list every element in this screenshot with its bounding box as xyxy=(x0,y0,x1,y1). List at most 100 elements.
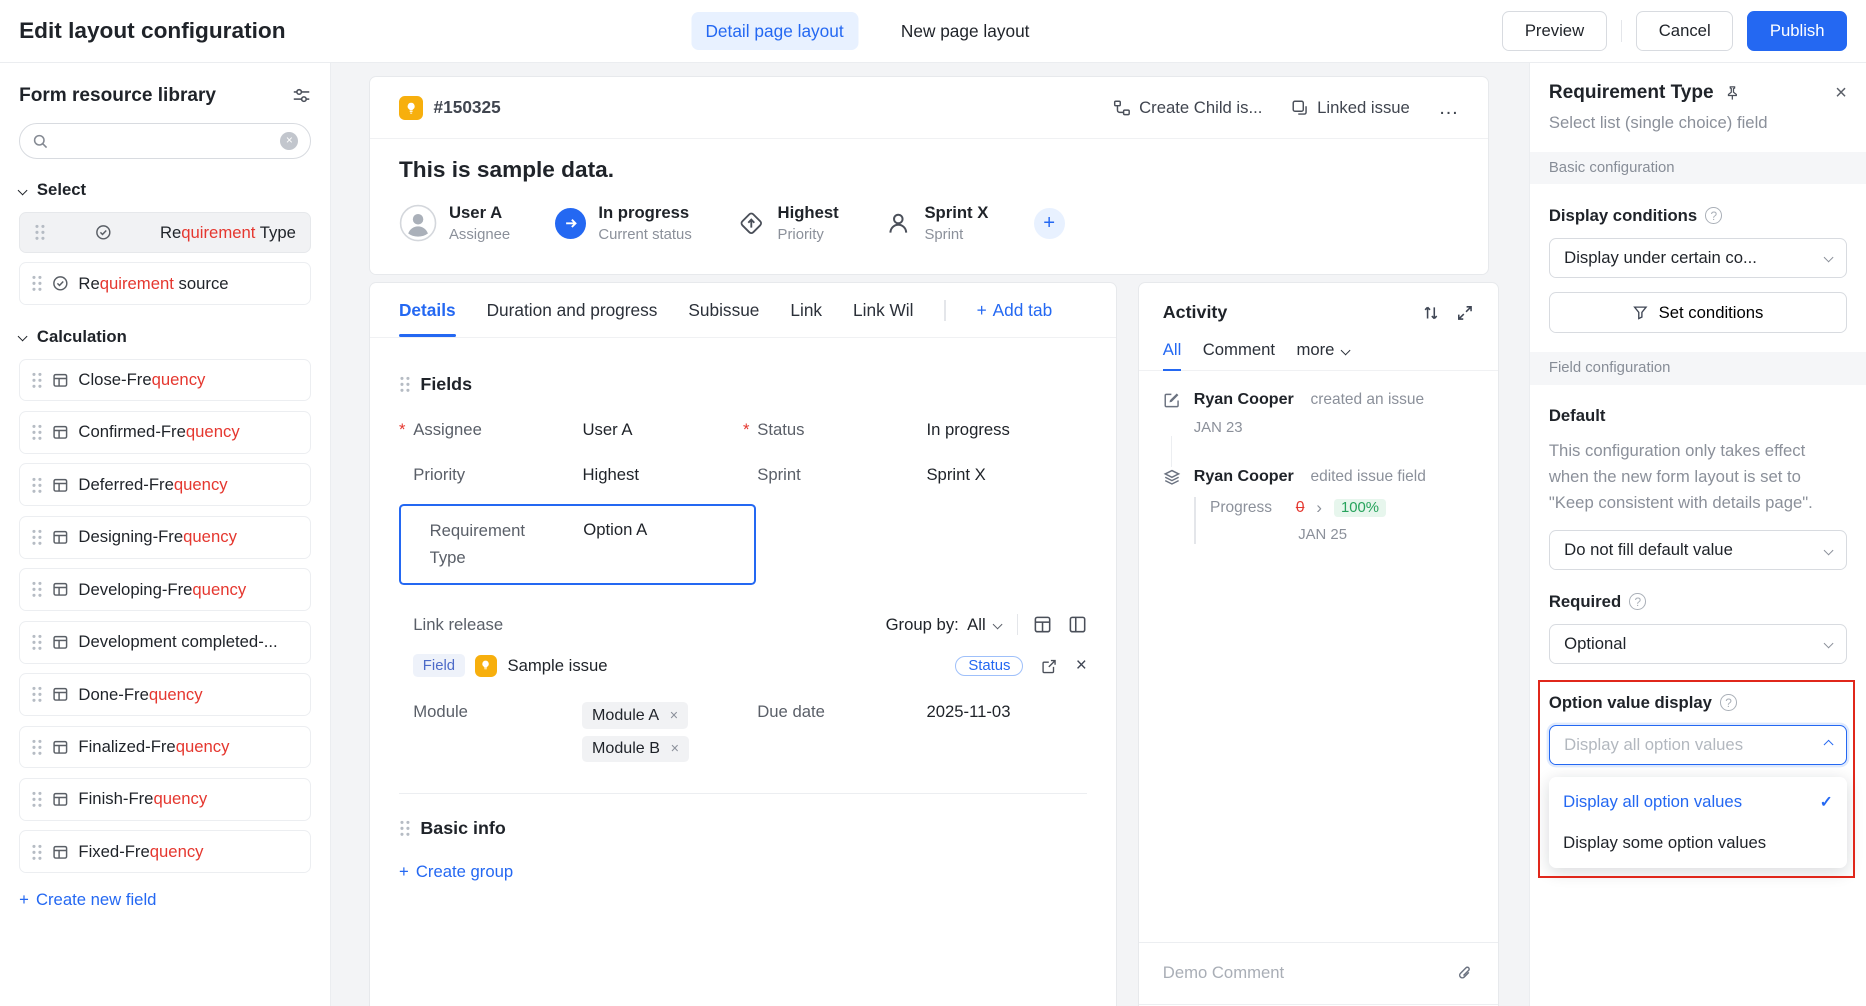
drag-handle-icon[interactable] xyxy=(31,686,43,703)
field-item-label: Fixed-Frequency xyxy=(78,841,204,861)
close-icon[interactable]: × xyxy=(1835,83,1847,103)
preview-button[interactable]: Preview xyxy=(1502,11,1607,51)
field-due-date[interactable]: Due date 2025-11-03 xyxy=(743,702,1087,761)
calculation-field-icon xyxy=(52,581,69,598)
drag-handle-icon[interactable] xyxy=(31,634,43,651)
drag-handle-icon[interactable] xyxy=(31,581,43,598)
menu-item-display-some-option-values[interactable]: Display some option values xyxy=(1549,822,1847,863)
field-sprint[interactable]: Sprint Sprint X xyxy=(743,465,1087,485)
drag-handle-icon[interactable] xyxy=(399,820,411,837)
field-item-label: Finish-Frequency xyxy=(78,789,208,809)
tab-duration-and-progress[interactable]: Duration and progress xyxy=(487,283,658,337)
board-view-icon[interactable] xyxy=(1068,615,1087,634)
default-value-select[interactable]: Do not fill default value xyxy=(1548,529,1847,571)
activity-item: Ryan Cooper created an issue JAN 23 xyxy=(1162,390,1474,436)
collapse-fields-icon[interactable] xyxy=(292,86,311,105)
drag-handle-icon[interactable] xyxy=(31,275,43,292)
drag-handle-icon[interactable] xyxy=(31,477,43,494)
tab-details[interactable]: Details xyxy=(398,283,456,338)
remove-chip-icon[interactable]: × xyxy=(671,741,679,757)
status-pill[interactable]: Status xyxy=(955,655,1024,677)
linked-issue-row[interactable]: Field Sample issue Status × xyxy=(399,654,1087,678)
required-label: Required ? xyxy=(1549,592,1847,612)
section-calculation[interactable]: Calculation xyxy=(17,327,311,347)
field-item-designing-frequency[interactable]: Designing-Frequency xyxy=(19,515,312,559)
current-status-field[interactable]: In progress Current status xyxy=(555,203,692,243)
field-item-confirmed-frequency[interactable]: Confirmed-Frequency xyxy=(19,411,312,454)
calculation-field-icon xyxy=(52,634,69,651)
field-status[interactable]: * Status In progress xyxy=(743,420,1087,440)
field-item-deferred-frequency[interactable]: Deferred-Frequency xyxy=(19,463,312,507)
requirement-type-icon xyxy=(475,655,497,677)
create-child-issue-button[interactable]: Create Child is... xyxy=(1113,98,1262,118)
search-box[interactable]: × xyxy=(19,123,312,159)
drag-handle-icon[interactable] xyxy=(31,424,43,441)
sort-icon[interactable] xyxy=(1422,304,1440,322)
activity-tab-more[interactable]: more xyxy=(1296,340,1351,360)
field-item-label: Requirement source xyxy=(78,273,229,293)
drag-handle-icon[interactable] xyxy=(34,224,46,241)
field-item-finish-frequency[interactable]: Finish-Frequency xyxy=(19,777,312,821)
tab-link-wil[interactable]: Link Wil xyxy=(853,283,913,337)
add-field-button[interactable]: + xyxy=(1033,207,1065,239)
group-by-dropdown[interactable]: Group by: All xyxy=(886,615,1003,635)
help-icon[interactable]: ? xyxy=(1720,694,1737,712)
publish-button[interactable]: Publish xyxy=(1747,11,1847,51)
tab-detail-page-layout[interactable]: Detail page layout xyxy=(691,12,858,50)
select-field-icon xyxy=(52,275,69,292)
field-item-fixed-frequency[interactable]: Fixed-Frequency xyxy=(19,830,312,874)
menu-item-display-all-option-values[interactable]: Display all option values ✓ xyxy=(1549,782,1847,823)
table-view-icon[interactable] xyxy=(1033,615,1052,634)
paperclip-icon[interactable] xyxy=(1456,964,1474,982)
drag-handle-icon[interactable] xyxy=(31,791,43,808)
comment-input[interactable]: Demo Comment xyxy=(1138,941,1498,1004)
field-assignee[interactable]: * Assignee User A xyxy=(399,420,743,440)
priority-field[interactable]: Highest Priority xyxy=(737,203,839,243)
field-item-developing-frequency[interactable]: Developing-Frequency xyxy=(19,568,312,612)
help-icon[interactable]: ? xyxy=(1629,593,1647,611)
linked-issue-title[interactable]: Sample issue xyxy=(507,656,607,676)
assignee-field[interactable]: User A Assignee xyxy=(399,203,510,243)
more-actions-button[interactable]: … xyxy=(1438,97,1459,119)
field-item-finalized-frequency[interactable]: Finalized-Frequency xyxy=(19,725,312,769)
required-select[interactable]: Optional xyxy=(1548,623,1847,665)
field-item-development-completed[interactable]: Development completed-... xyxy=(19,620,312,664)
create-new-field-button[interactable]: + Create new field xyxy=(19,890,311,910)
field-item-requirement-type[interactable]: Requirement Type xyxy=(19,212,312,253)
drag-handle-icon[interactable] xyxy=(31,844,43,861)
external-link-icon[interactable] xyxy=(1041,658,1058,675)
field-requirement-type-selected[interactable]: Requirement Type Option A xyxy=(398,504,757,586)
field-item-close-frequency[interactable]: Close-Frequency xyxy=(19,358,312,402)
remove-chip-icon[interactable]: × xyxy=(670,708,678,724)
set-conditions-button[interactable]: Set conditions xyxy=(1548,292,1847,333)
tab-subissue[interactable]: Subissue xyxy=(688,283,759,337)
field-item-done-frequency[interactable]: Done-Frequency xyxy=(19,673,312,717)
tab-new-page-layout[interactable]: New page layout xyxy=(887,12,1044,50)
cancel-button[interactable]: Cancel xyxy=(1636,11,1734,51)
option-value-display-select[interactable]: Display all option values xyxy=(1548,724,1847,766)
field-item-requirement-source[interactable]: Requirement source xyxy=(19,262,312,306)
drag-handle-icon[interactable] xyxy=(31,529,43,546)
activity-tab-comment[interactable]: Comment xyxy=(1203,331,1275,371)
remove-linked-issue-icon[interactable]: × xyxy=(1076,656,1087,675)
add-tab-button[interactable]: + Add tab xyxy=(977,300,1053,321)
sprint-field[interactable]: Sprint X Sprint xyxy=(884,203,988,243)
expand-icon[interactable] xyxy=(1456,304,1474,322)
linked-issue-button[interactable]: Linked issue xyxy=(1291,98,1410,118)
activity-tab-all[interactable]: All xyxy=(1162,331,1181,372)
drag-handle-icon[interactable] xyxy=(399,376,411,393)
search-input[interactable] xyxy=(55,132,274,151)
field-module[interactable]: Module Module A × Module B × xyxy=(399,702,743,762)
drag-handle-icon[interactable] xyxy=(31,739,43,756)
pin-icon[interactable] xyxy=(1724,85,1741,102)
field-priority[interactable]: Priority Highest xyxy=(399,465,743,485)
tab-link[interactable]: Link xyxy=(790,283,822,337)
activity-panel: Activity All Comment more Ryan Cooper cr… xyxy=(1137,282,1499,1006)
display-conditions-select[interactable]: Display under certain co... xyxy=(1548,237,1847,279)
drag-handle-icon[interactable] xyxy=(31,372,43,389)
create-group-button[interactable]: + Create group xyxy=(399,862,1087,882)
search-clear-icon[interactable]: × xyxy=(280,132,299,151)
avatar xyxy=(399,204,437,242)
section-select[interactable]: Select xyxy=(17,180,311,200)
help-icon[interactable]: ? xyxy=(1705,207,1723,225)
